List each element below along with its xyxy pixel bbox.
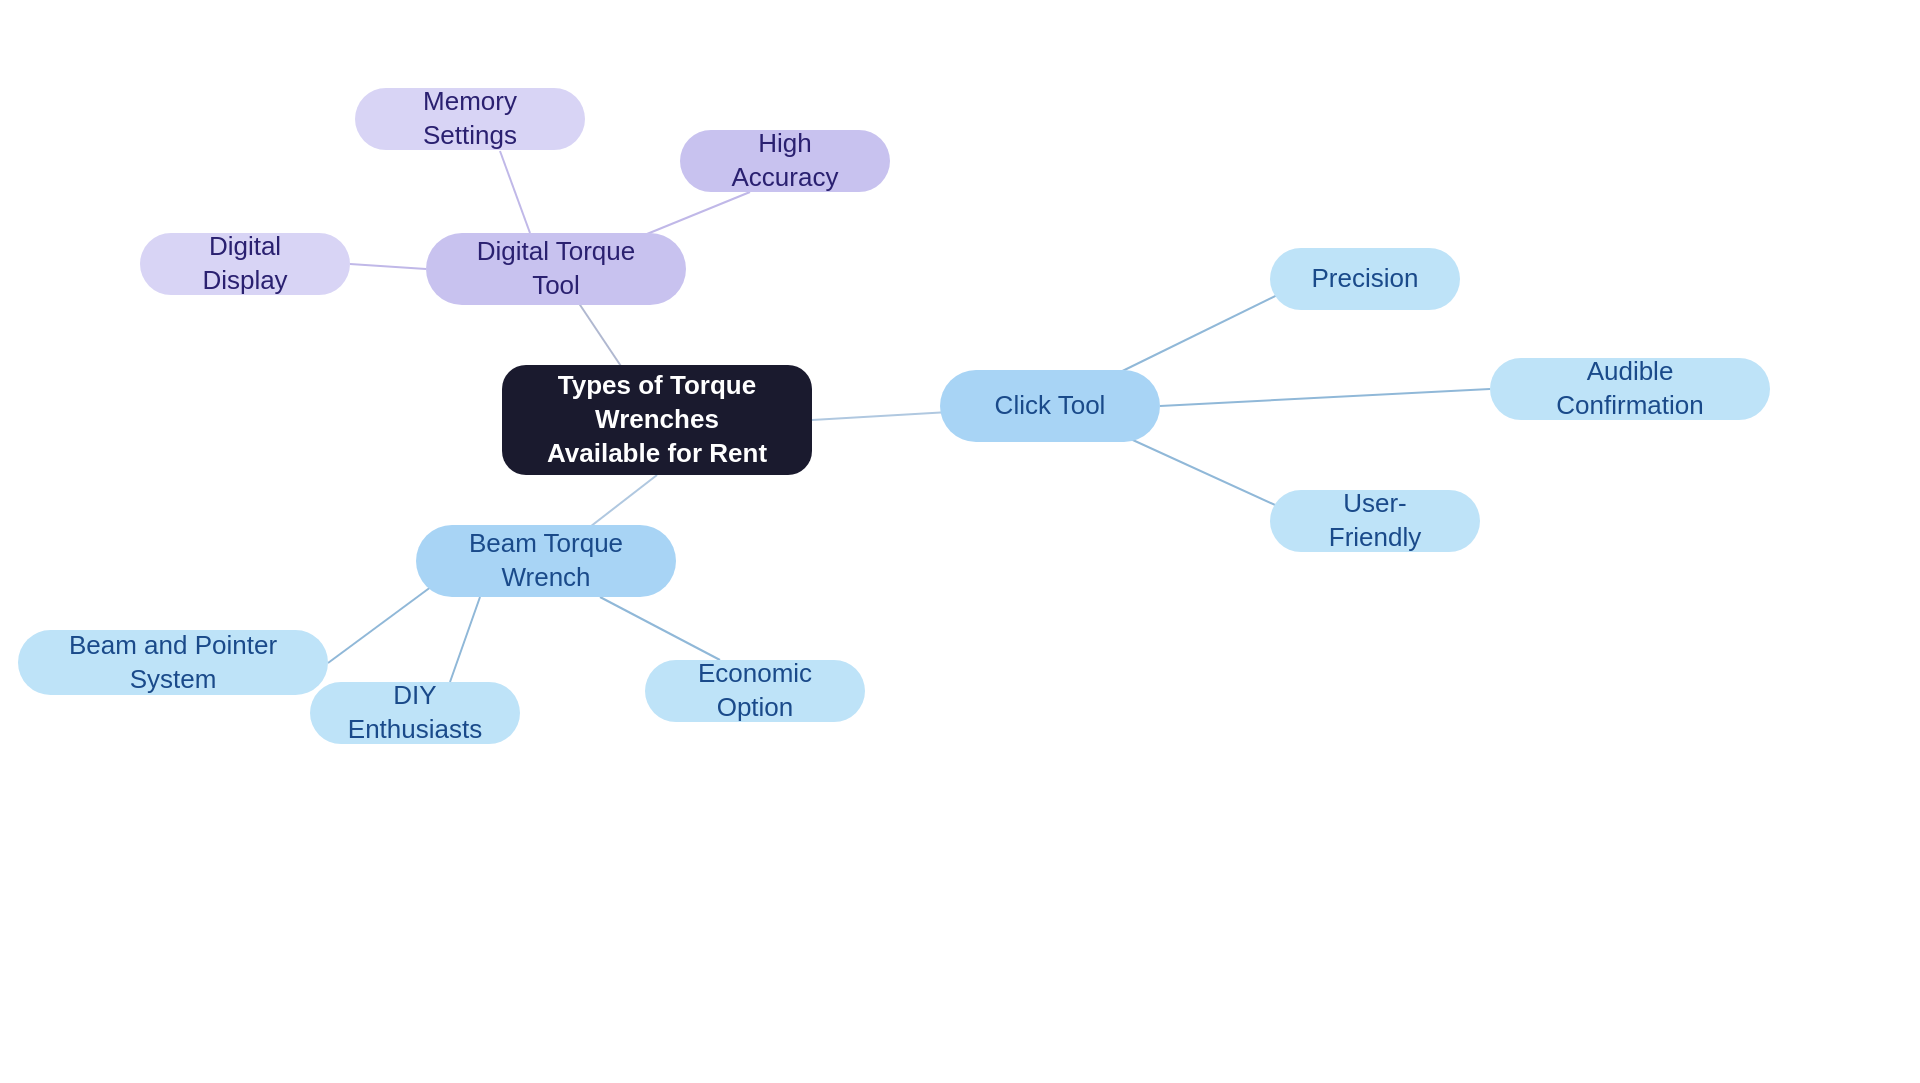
click-tool-node: Click Tool (940, 370, 1160, 442)
click-tool-label: Click Tool (995, 389, 1106, 423)
memory-settings-node: Memory Settings (355, 88, 585, 150)
user-friendly-node: User-Friendly (1270, 490, 1480, 552)
diy-node: DIY Enthusiasts (310, 682, 520, 744)
beam-torque-node: Beam Torque Wrench (416, 525, 676, 597)
beam-torque-label: Beam Torque Wrench (444, 527, 648, 595)
svg-line-5 (350, 264, 426, 269)
high-accuracy-label: High Accuracy (708, 127, 862, 195)
memory-settings-label: Memory Settings (383, 85, 557, 153)
svg-line-3 (500, 151, 530, 233)
digital-torque-node: Digital Torque Tool (426, 233, 686, 305)
audible-confirmation-node: Audible Confirmation (1490, 358, 1770, 420)
economic-label: Economic Option (673, 657, 837, 725)
svg-line-11 (600, 597, 720, 660)
digital-display-label: Digital Display (168, 230, 322, 298)
beam-pointer-node: Beam and Pointer System (18, 630, 328, 695)
center-node: Types of Torque Wrenches Available for R… (502, 365, 812, 475)
precision-label: Precision (1312, 262, 1419, 296)
center-label: Types of Torque Wrenches Available for R… (530, 369, 784, 470)
diy-label: DIY Enthusiasts (338, 679, 492, 747)
digital-torque-label: Digital Torque Tool (454, 235, 658, 303)
economic-node: Economic Option (645, 660, 865, 722)
digital-display-node: Digital Display (140, 233, 350, 295)
beam-pointer-label: Beam and Pointer System (46, 629, 300, 697)
user-friendly-label: User-Friendly (1298, 487, 1452, 555)
high-accuracy-node: High Accuracy (680, 130, 890, 192)
svg-line-7 (1160, 389, 1490, 406)
precision-node: Precision (1270, 248, 1460, 310)
audible-confirmation-label: Audible Confirmation (1518, 355, 1742, 423)
svg-line-10 (450, 597, 480, 682)
